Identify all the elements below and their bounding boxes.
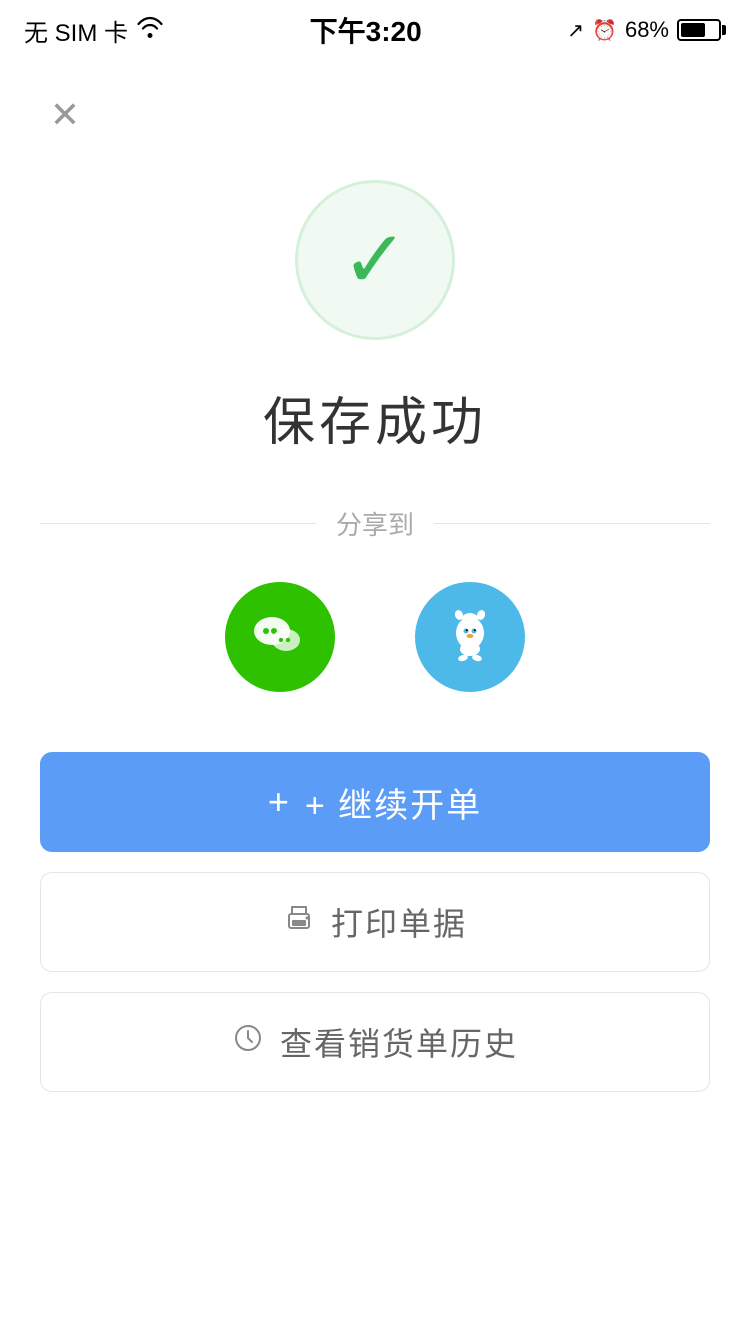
view-history-button[interactable]: 查看销货单历史: [40, 992, 710, 1092]
battery-icon: [677, 19, 726, 41]
qq-share-button[interactable]: [415, 582, 525, 692]
print-label: 打印单据: [331, 899, 467, 945]
view-history-label: 查看销货单历史: [280, 1019, 518, 1065]
share-divider: 分享到: [40, 505, 710, 542]
alarm-icon: ⏰: [592, 18, 617, 43]
plus-icon: +: [268, 781, 289, 823]
location-icon: ↗: [567, 18, 584, 43]
wifi-icon: [136, 16, 164, 45]
close-button[interactable]: ✕: [40, 90, 90, 140]
qq-icon: [438, 605, 502, 669]
divider-left: [40, 523, 316, 524]
status-bar: 无 SIM 卡 下午3:20 ↗ ⏰ 68%: [0, 0, 750, 60]
action-buttons: + + 继续开单 打印单据 查看销货单历史: [40, 752, 710, 1092]
status-right: ↗ ⏰ 68%: [567, 17, 726, 43]
main-content: ✕ ✓ 保存成功 分享到: [0, 60, 750, 1132]
no-sim-text: 无 SIM 卡: [24, 13, 128, 48]
print-button[interactable]: 打印单据: [40, 872, 710, 972]
history-icon: [232, 1022, 264, 1062]
share-label: 分享到: [336, 505, 414, 542]
checkmark-icon: ✓: [341, 220, 408, 300]
continue-order-button[interactable]: + + 继续开单: [40, 752, 710, 852]
divider-right: [434, 523, 710, 524]
status-left: 无 SIM 卡: [24, 13, 164, 48]
battery-percent: 68%: [625, 17, 669, 43]
share-icons-row: [225, 582, 525, 692]
success-title: 保存成功: [263, 380, 487, 455]
wechat-icon: [248, 605, 312, 669]
continue-order-label: + 继续开单: [305, 778, 482, 827]
wechat-share-button[interactable]: [225, 582, 335, 692]
close-icon: ✕: [50, 97, 80, 133]
status-time: 下午3:20: [310, 10, 422, 50]
print-icon: [283, 902, 315, 942]
success-icon-circle: ✓: [295, 180, 455, 340]
